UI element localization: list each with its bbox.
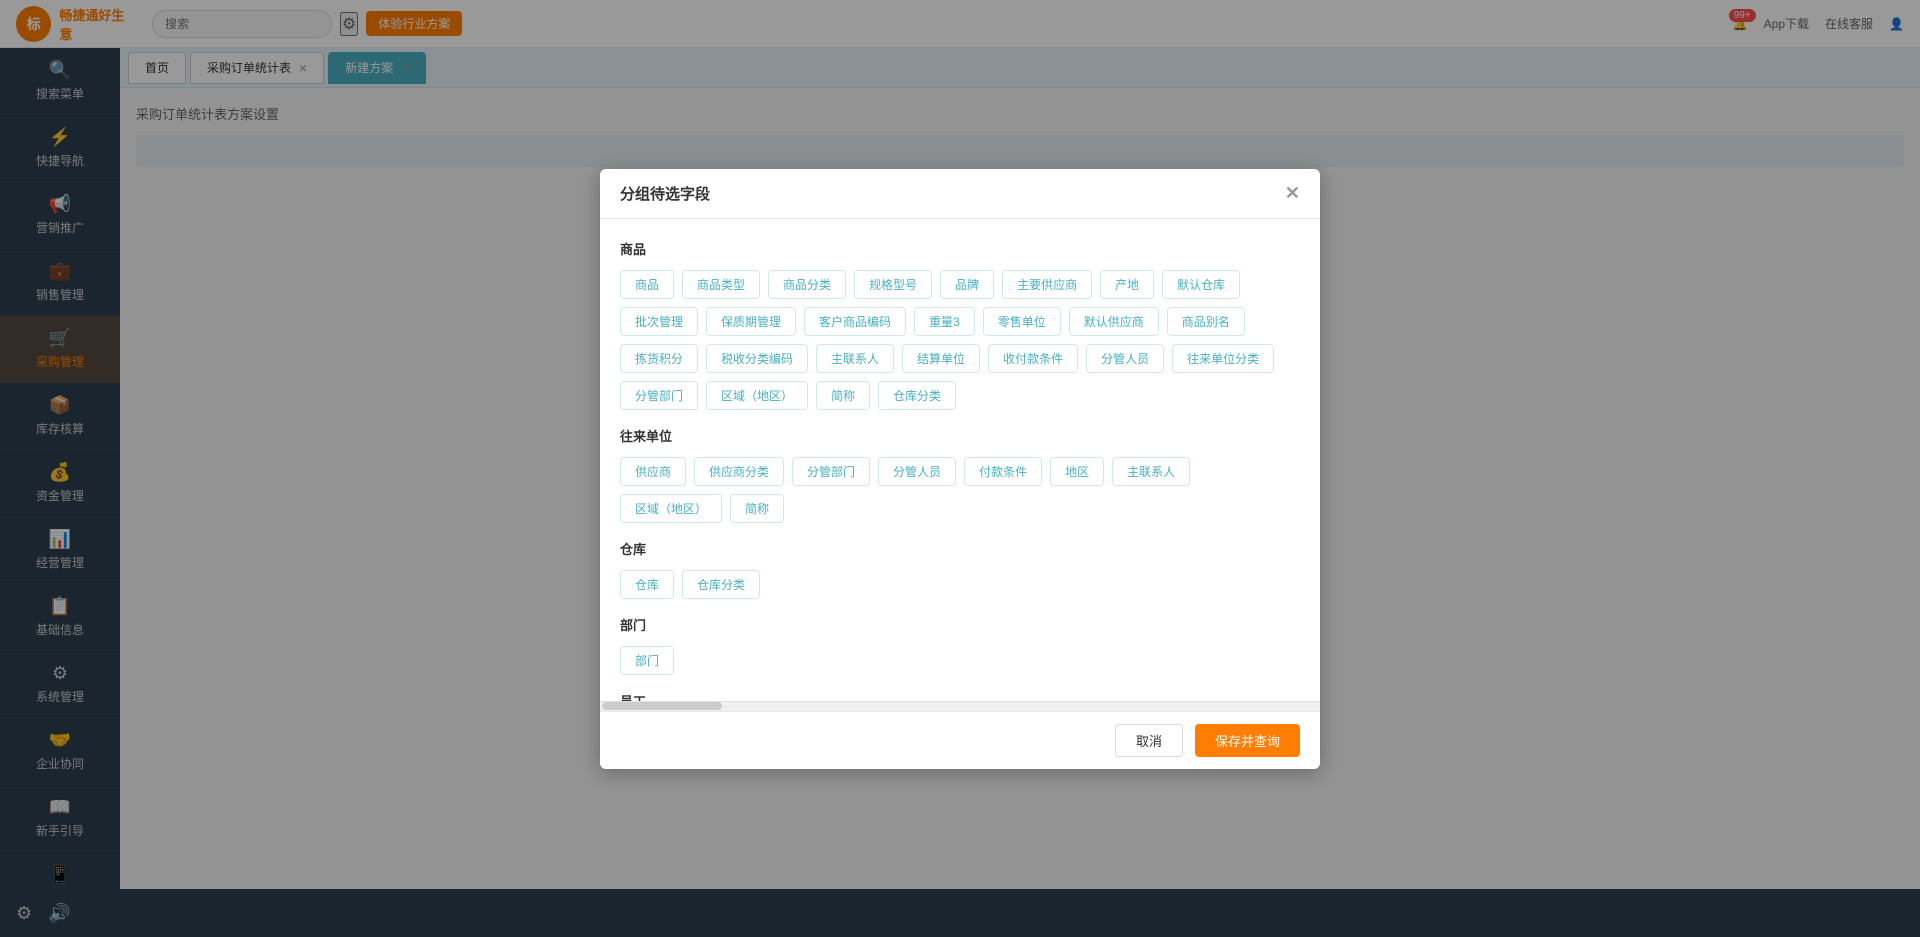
tag-goods-3[interactable]: 规格型号: [854, 270, 932, 299]
tag-counterpart-1[interactable]: 供应商分类: [694, 457, 784, 486]
tag-goods-0[interactable]: 商品: [620, 270, 674, 299]
section-title-warehouse: 仓库: [620, 539, 1300, 558]
tag-goods-5[interactable]: 主要供应商: [1002, 270, 1092, 299]
tag-goods-17[interactable]: 主联系人: [816, 344, 894, 373]
tag-grid-department: 部门: [620, 646, 1300, 675]
tag-goods-13[interactable]: 默认供应商: [1069, 307, 1159, 336]
tag-grid-counterpart: 供应商供应商分类分管部门分管人员付款条件地区主联系人区域（地区） 简称: [620, 457, 1300, 523]
tag-counterpart-4[interactable]: 付款条件: [964, 457, 1042, 486]
tag-goods-7[interactable]: 默认仓库: [1162, 270, 1240, 299]
tag-counterpart-6[interactable]: 主联系人: [1112, 457, 1190, 486]
modal-footer: 取消 保存并查询: [600, 711, 1320, 769]
tag-warehouse-0[interactable]: 仓库: [620, 570, 674, 599]
tag-counterpart-8[interactable]: 简称: [730, 494, 784, 523]
modal-header: 分组待选字段 ✕: [600, 169, 1320, 219]
modal-close-button[interactable]: ✕: [1285, 183, 1300, 204]
tag-goods-12[interactable]: 零售单位: [983, 307, 1061, 336]
tag-goods-22[interactable]: 分管部门: [620, 381, 698, 410]
tag-goods-24[interactable]: 简称: [816, 381, 870, 410]
tag-counterpart-5[interactable]: 地区: [1050, 457, 1104, 486]
modal-horizontal-scrollbar[interactable]: [600, 701, 1320, 710]
section-title-counterpart: 往来单位: [620, 426, 1300, 445]
tag-counterpart-7[interactable]: 区域（地区）: [620, 494, 722, 523]
tag-goods-23[interactable]: 区域（地区）: [706, 381, 808, 410]
tag-goods-25[interactable]: 仓库分类: [878, 381, 956, 410]
tag-goods-4[interactable]: 品牌: [940, 270, 994, 299]
tag-goods-21[interactable]: 往来单位分类: [1172, 344, 1274, 373]
tag-goods-8[interactable]: 批次管理: [620, 307, 698, 336]
tag-goods-14[interactable]: 商品别名: [1167, 307, 1245, 336]
modal-dialog: 分组待选字段 ✕ 商品商品商品类型商品分类规格型号品牌主要供应商产地默认仓库批次…: [600, 169, 1320, 769]
tag-goods-19[interactable]: 收付款条件: [988, 344, 1078, 373]
modal-body: 商品商品商品类型商品分类规格型号品牌主要供应商产地默认仓库批次管理保质期管理客户…: [600, 219, 1320, 702]
tag-goods-15[interactable]: 拣货积分: [620, 344, 698, 373]
tag-warehouse-1[interactable]: 仓库分类: [682, 570, 760, 599]
tag-goods-11[interactable]: 重量3: [914, 307, 975, 336]
tag-counterpart-3[interactable]: 分管人员: [878, 457, 956, 486]
tag-goods-6[interactable]: 产地: [1100, 270, 1154, 299]
tag-goods-9[interactable]: 保质期管理: [706, 307, 796, 336]
section-title-department: 部门: [620, 615, 1300, 634]
tag-goods-16[interactable]: 税收分类编码: [706, 344, 808, 373]
tag-grid-warehouse: 仓库仓库分类: [620, 570, 1300, 599]
tag-goods-10[interactable]: 客户商品编码: [804, 307, 906, 336]
tag-department-0[interactable]: 部门: [620, 646, 674, 675]
modal-title: 分组待选字段: [620, 183, 710, 204]
tag-counterpart-2[interactable]: 分管部门: [792, 457, 870, 486]
tag-goods-1[interactable]: 商品类型: [682, 270, 760, 299]
cancel-button[interactable]: 取消: [1115, 724, 1183, 757]
save-query-button[interactable]: 保存并查询: [1195, 724, 1300, 757]
modal-overlay: 分组待选字段 ✕ 商品商品商品类型商品分类规格型号品牌主要供应商产地默认仓库批次…: [0, 0, 1920, 937]
section-title-employee: 员工: [620, 691, 1300, 702]
section-title-goods: 商品: [620, 239, 1300, 258]
tag-goods-20[interactable]: 分管人员: [1086, 344, 1164, 373]
tag-goods-2[interactable]: 商品分类: [768, 270, 846, 299]
tag-goods-18[interactable]: 结算单位: [902, 344, 980, 373]
hscroll-thumb: [602, 702, 722, 710]
tag-grid-goods: 商品商品类型商品分类规格型号品牌主要供应商产地默认仓库批次管理保质期管理客户商品…: [620, 270, 1300, 410]
tag-counterpart-0[interactable]: 供应商: [620, 457, 686, 486]
